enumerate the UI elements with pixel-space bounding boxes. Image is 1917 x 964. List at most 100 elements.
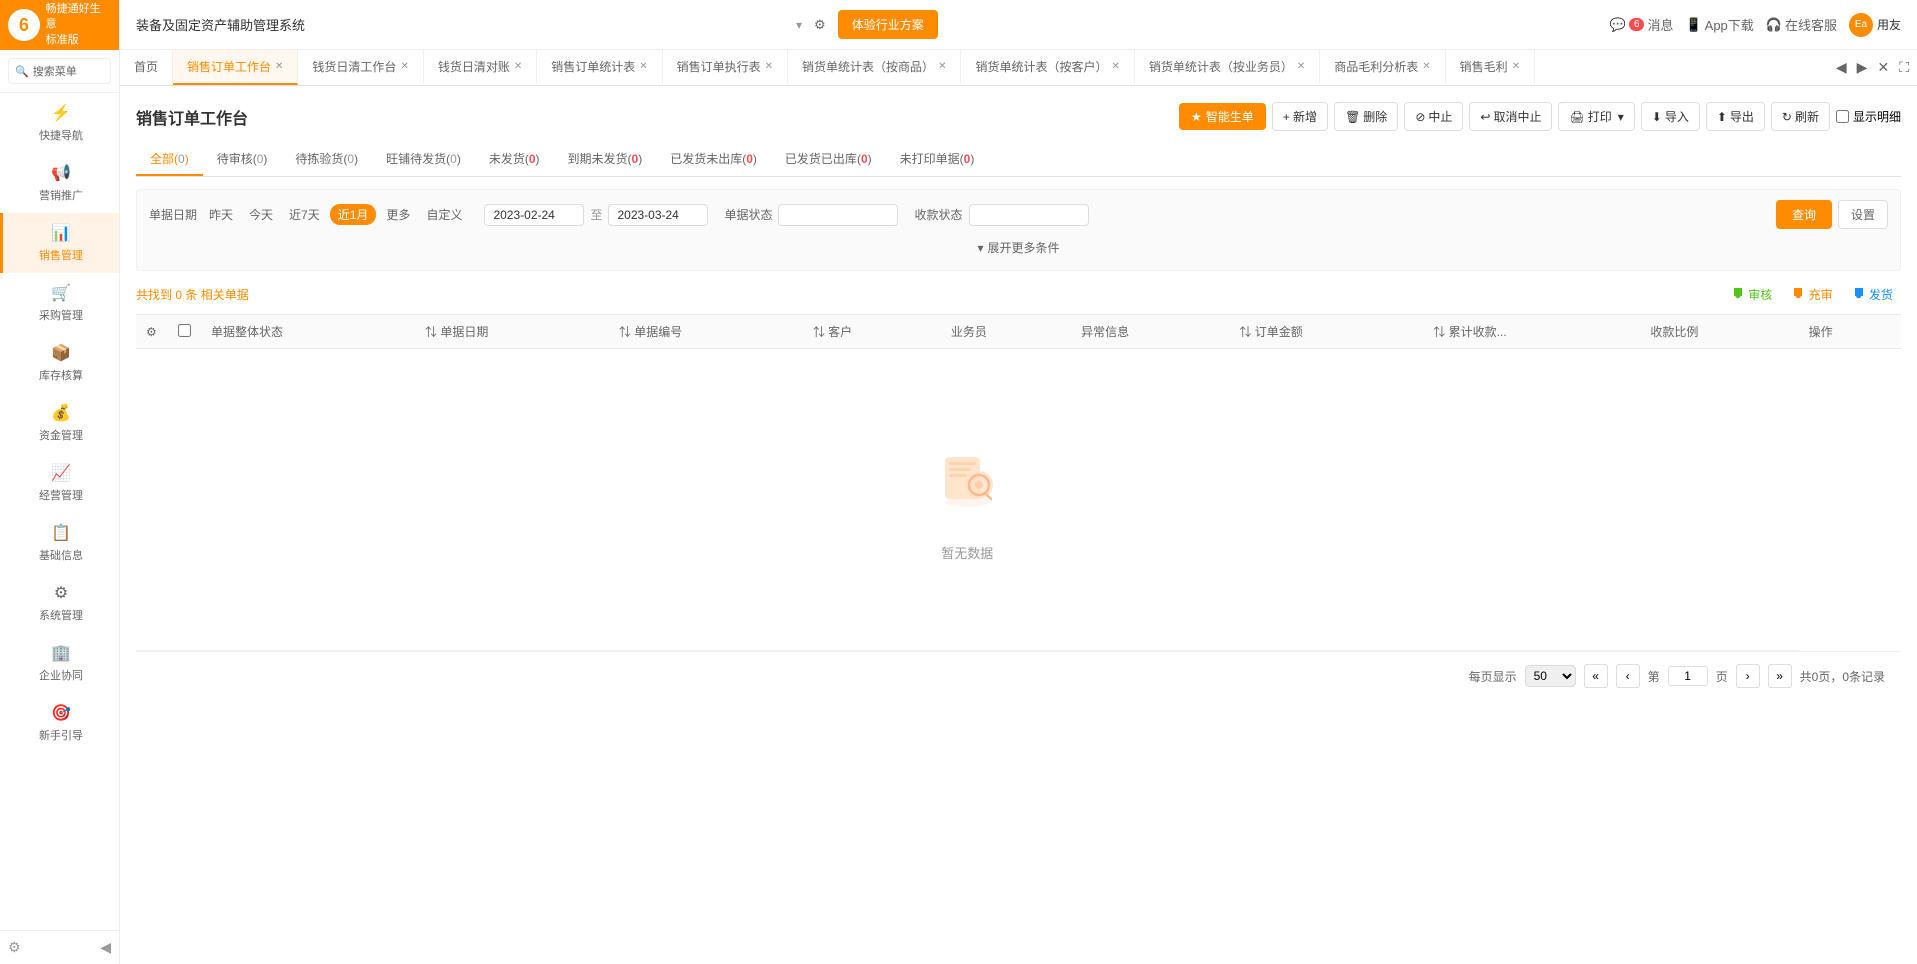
select-all-checkbox[interactable]: [178, 324, 191, 337]
delete-button[interactable]: 🗑 删除: [1334, 102, 1398, 131]
sidebar-item-operations[interactable]: 📈 经营管理: [0, 453, 119, 513]
tab-cash-daily[interactable]: 钱货日清工作台 ✕: [298, 50, 423, 85]
query-button[interactable]: 查询: [1776, 200, 1832, 229]
date-btn-7days[interactable]: 近7天: [283, 204, 326, 225]
page-size-select[interactable]: 50 20 100: [1525, 665, 1576, 687]
show-detail-checkbox-label[interactable]: 显示明细: [1836, 108, 1901, 125]
main-area: 装备及固定资产辅助管理系统 ▾ ⚙ 体验行业方案 💬 6 消息 📱 App下载 …: [120, 0, 1917, 964]
sidebar-item-system[interactable]: ⚙ 系统管理: [0, 573, 119, 633]
date-to-input[interactable]: [608, 204, 708, 226]
print-button[interactable]: 🖨 打印 ▾: [1558, 102, 1634, 131]
tab-close-sales-profit[interactable]: ✕: [1512, 61, 1520, 72]
subtab-pending-review[interactable]: 待审核(0): [203, 143, 282, 176]
sidebar-settings-button[interactable]: ⚙: [8, 939, 21, 956]
sidebar-collapse-button[interactable]: ◀: [100, 939, 111, 956]
message-button[interactable]: 💬 6 消息: [1610, 15, 1674, 34]
batch-reject-button[interactable]: ● 充审: [1786, 283, 1840, 306]
subtab-not-printed[interactable]: 未打印单据(0): [886, 143, 989, 176]
tab-home[interactable]: 首页: [120, 50, 173, 85]
tab-sales-sum-prod[interactable]: 销货单统计表（按商品） ✕: [788, 50, 961, 85]
tab-close-sales-exec[interactable]: ✕: [765, 61, 773, 72]
sort-icon-3[interactable]: ⇅: [813, 325, 825, 339]
subtab-shipped-out[interactable]: 已发货已出库(0): [771, 143, 886, 176]
date-btn-custom[interactable]: 自定义: [420, 204, 468, 225]
tab-close-cash-reconcile[interactable]: ✕: [514, 61, 522, 72]
sidebar-item-guide[interactable]: 🎯 新手引导: [0, 693, 119, 753]
tab-sales-sum-cust[interactable]: 销货单统计表（按客户） ✕: [961, 50, 1134, 85]
sidebar-item-sales[interactable]: 📊 销售管理: [0, 213, 119, 273]
tab-nav-prev[interactable]: ◀: [1832, 57, 1851, 78]
subtab-not-shipped[interactable]: 未发货(0): [475, 143, 554, 176]
stop-button[interactable]: ⊘ 中止: [1404, 102, 1463, 131]
delete-icon: 🗑: [1345, 110, 1360, 124]
tab-sales-order[interactable]: 销售订单工作台 ✕: [173, 50, 298, 85]
sidebar-item-basic-info[interactable]: 📋 基础信息: [0, 513, 119, 573]
col-collected: ⇅ 累计收款...: [1423, 315, 1640, 349]
show-detail-checkbox[interactable]: [1836, 110, 1849, 123]
tab-close-sales-sum-cust[interactable]: ✕: [1111, 61, 1119, 72]
sidebar-item-inventory[interactable]: 📦 库存核算: [0, 333, 119, 393]
tab-sales-stat[interactable]: 销售订单统计表 ✕: [537, 50, 662, 85]
subtab-all[interactable]: 全部(0): [136, 143, 203, 176]
sidebar-item-finance[interactable]: 💰 资金管理: [0, 393, 119, 453]
sidebar-item-purchase[interactable]: 🛒 采购管理: [0, 273, 119, 333]
export-button[interactable]: ⬆ 导出: [1706, 102, 1765, 131]
tab-gross-margin[interactable]: 商品毛利分析表 ✕: [1320, 50, 1445, 85]
settings-filter-button[interactable]: 设置: [1838, 200, 1888, 229]
sort-icon-2[interactable]: ⇅: [619, 325, 631, 339]
add-button[interactable]: + 新增: [1272, 102, 1328, 131]
import-button[interactable]: ⬇ 导入: [1641, 102, 1700, 131]
batch-ship-button[interactable]: ● 发货: [1847, 283, 1901, 306]
subtab-shipped-not-out[interactable]: 已发货未出库(0): [656, 143, 771, 176]
date-btn-more[interactable]: 更多: [380, 204, 416, 225]
tab-sales-sum-staff[interactable]: 销货单统计表（按业务员） ✕: [1135, 50, 1320, 85]
marketing-icon: 📢: [51, 163, 71, 183]
tab-close-all[interactable]: ✕: [1873, 57, 1893, 78]
tab-sales-profit[interactable]: 销售毛利 ✕: [1446, 50, 1535, 85]
app-download-button[interactable]: 📱 App下载: [1685, 15, 1753, 34]
topbar-settings-button[interactable]: ⚙: [814, 17, 826, 33]
tab-close-gross-margin[interactable]: ✕: [1422, 61, 1430, 72]
tab-fullscreen[interactable]: ⛶: [1895, 57, 1913, 78]
sidebar-item-enterprise[interactable]: 🏢 企业协同: [0, 633, 119, 693]
sort-icon-5[interactable]: ⇅: [1433, 325, 1445, 339]
cancel-stop-button[interactable]: ↩ 取消中止: [1469, 102, 1552, 131]
sidebar-item-marketing[interactable]: 📢 营销推广: [0, 153, 119, 213]
batch-approve-button[interactable]: ● 审核: [1726, 283, 1780, 306]
tab-close-sales-sum-prod[interactable]: ✕: [938, 61, 946, 72]
date-btn-today[interactable]: 今天: [243, 204, 279, 225]
filter-expand-button[interactable]: ▾ 展开更多条件: [149, 235, 1888, 260]
tab-close-sales-order[interactable]: ✕: [275, 61, 283, 72]
tab-nav-next[interactable]: ▶: [1853, 57, 1872, 78]
tab-sales-exec[interactable]: 销售订单执行表 ✕: [663, 50, 788, 85]
sidebar-item-quick-nav[interactable]: ⚡ 快捷导航: [0, 93, 119, 153]
tab-close-cash-daily[interactable]: ✕: [400, 61, 408, 72]
subtab-pending-inspect[interactable]: 待拣验货(0): [281, 143, 372, 176]
tab-cash-reconcile[interactable]: 钱货日清对账 ✕: [424, 50, 537, 85]
column-settings-icon[interactable]: ⚙: [146, 325, 157, 339]
payment-select[interactable]: [969, 204, 1089, 226]
page-number-input[interactable]: [1668, 666, 1708, 686]
sort-icon[interactable]: ⇅: [425, 325, 437, 339]
date-btn-1month[interactable]: 近1月: [330, 204, 377, 225]
date-btn-yesterday[interactable]: 昨天: [203, 204, 239, 225]
subtab-wangpu-pending[interactable]: 旺铺待发货(0): [372, 143, 475, 176]
user-menu[interactable]: Ea 用友: [1849, 13, 1901, 37]
search-menu-button[interactable]: 🔍 搜索菜单: [8, 58, 111, 84]
pagination-next[interactable]: ›: [1736, 664, 1760, 688]
status-select[interactable]: [778, 204, 898, 226]
search-icon: 🔍: [15, 65, 29, 78]
tab-close-sales-stat[interactable]: ✕: [639, 61, 647, 72]
industry-solution-button[interactable]: 体验行业方案: [838, 10, 938, 39]
smart-create-button[interactable]: ★ 智能生单: [1179, 103, 1266, 130]
date-from-input[interactable]: [484, 204, 584, 226]
refresh-button[interactable]: ↻ 刷新: [1771, 102, 1830, 131]
pagination-last[interactable]: »: [1768, 664, 1792, 688]
sort-icon-4[interactable]: ⇅: [1239, 325, 1251, 339]
subtab-overdue-not-shipped[interactable]: 到期未发货(0): [554, 143, 657, 176]
logo-icon: 6: [8, 9, 40, 41]
tab-close-sales-sum-staff[interactable]: ✕: [1297, 61, 1305, 72]
pagination-first[interactable]: «: [1584, 664, 1608, 688]
online-service-button[interactable]: 🎧 在线客服: [1766, 15, 1837, 34]
pagination-prev[interactable]: ‹: [1616, 664, 1640, 688]
